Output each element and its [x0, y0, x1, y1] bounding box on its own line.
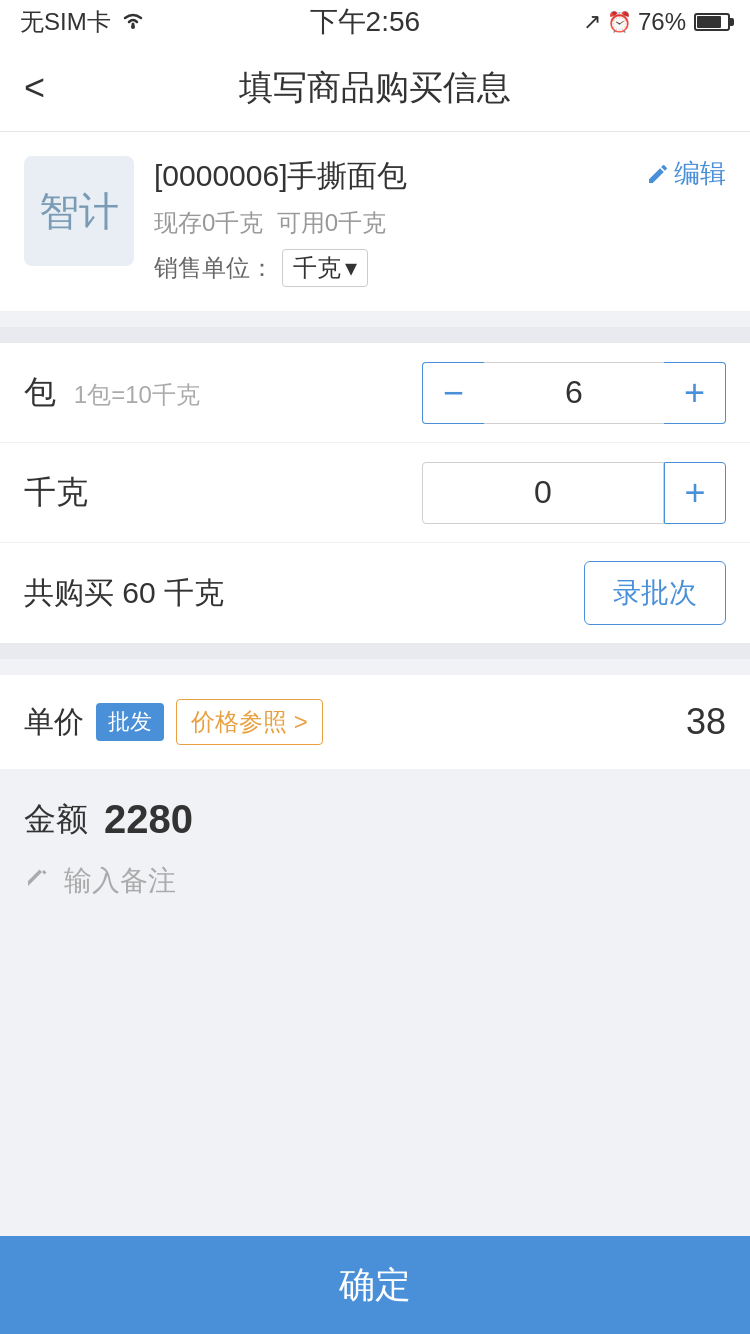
amount-label: 金额: [24, 798, 88, 842]
record-batch-button[interactable]: 录批次: [584, 561, 726, 625]
remark-row[interactable]: 输入备注: [24, 862, 726, 900]
price-row: 单价 批发 价格参照 > 38: [24, 699, 726, 745]
bao-plus-button[interactable]: +: [664, 362, 726, 424]
location-icon: ↗: [583, 9, 601, 35]
summary-row: 共购买 60 千克 录批次: [0, 543, 750, 643]
alarm-icon: ⏰: [607, 10, 632, 34]
empty-space: [0, 916, 750, 1256]
price-label: 单价: [24, 702, 84, 743]
battery-percent: 76%: [638, 8, 686, 36]
product-info: [0000006]手撕面包 编辑 现存0千克 可用0千克 销售单位： 千克 ▾: [154, 156, 726, 287]
edit-button[interactable]: 编辑: [646, 156, 726, 191]
product-thumbnail: 智计: [24, 156, 134, 266]
amount-row: 金额 2280: [24, 797, 726, 842]
product-stock: 现存0千克 可用0千克: [154, 207, 726, 239]
svg-point-0: [131, 25, 135, 29]
kg-quantity-control: +: [422, 462, 726, 524]
carrier-label: 无SIM卡: [20, 6, 111, 38]
battery-icon: [694, 13, 730, 31]
bao-row: 包 1包=10千克 − +: [0, 343, 750, 443]
kg-label: 千克: [24, 471, 88, 515]
unit-selector[interactable]: 千克 ▾: [282, 249, 368, 287]
price-value: 38: [686, 701, 726, 743]
product-unit: 销售单位： 千克 ▾: [154, 249, 726, 287]
status-left: 无SIM卡: [20, 6, 147, 38]
amount-value: 2280: [104, 797, 193, 842]
price-section: 单价 批发 价格参照 > 38: [0, 675, 750, 769]
confirm-button-label[interactable]: 确定: [339, 1261, 411, 1310]
status-bar: 无SIM卡 下午2:56 ↗ ⏰ 76%: [0, 0, 750, 44]
wifi-icon: [119, 8, 147, 36]
page-title: 填写商品购买信息: [239, 65, 511, 111]
section-divider-1: [0, 327, 750, 343]
product-card: 智计 [0000006]手撕面包 编辑 现存0千克 可用0千克 销售单位： 千克…: [0, 132, 750, 311]
bao-label: 包: [24, 374, 56, 410]
confirm-bar[interactable]: 确定: [0, 1236, 750, 1334]
bao-sublabel: 1包=10千克: [74, 381, 200, 408]
kg-quantity-input[interactable]: [422, 462, 664, 524]
product-logo: 智计: [39, 184, 119, 239]
back-button[interactable]: <: [24, 67, 45, 109]
bao-minus-button[interactable]: −: [422, 362, 484, 424]
nav-bar: < 填写商品购买信息: [0, 44, 750, 132]
bao-quantity-control: − +: [422, 362, 726, 424]
bao-quantity-input[interactable]: [484, 362, 664, 424]
status-right: ↗ ⏰ 76%: [583, 8, 730, 36]
remark-placeholder[interactable]: 输入备注: [64, 862, 176, 900]
price-reference-button[interactable]: 价格参照 >: [176, 699, 323, 745]
product-name: [0000006]手撕面包: [154, 156, 407, 197]
status-time: 下午2:56: [310, 3, 421, 41]
section-divider-2: [0, 643, 750, 659]
bao-label-group: 包 1包=10千克: [24, 371, 200, 415]
summary-text: 共购买 60 千克: [24, 573, 224, 614]
amount-section: 金额 2280 输入备注: [0, 769, 750, 916]
kg-plus-button[interactable]: +: [664, 462, 726, 524]
price-tag: 批发: [96, 703, 164, 741]
pencil-icon: [24, 864, 52, 899]
kg-row: 千克 +: [0, 443, 750, 543]
